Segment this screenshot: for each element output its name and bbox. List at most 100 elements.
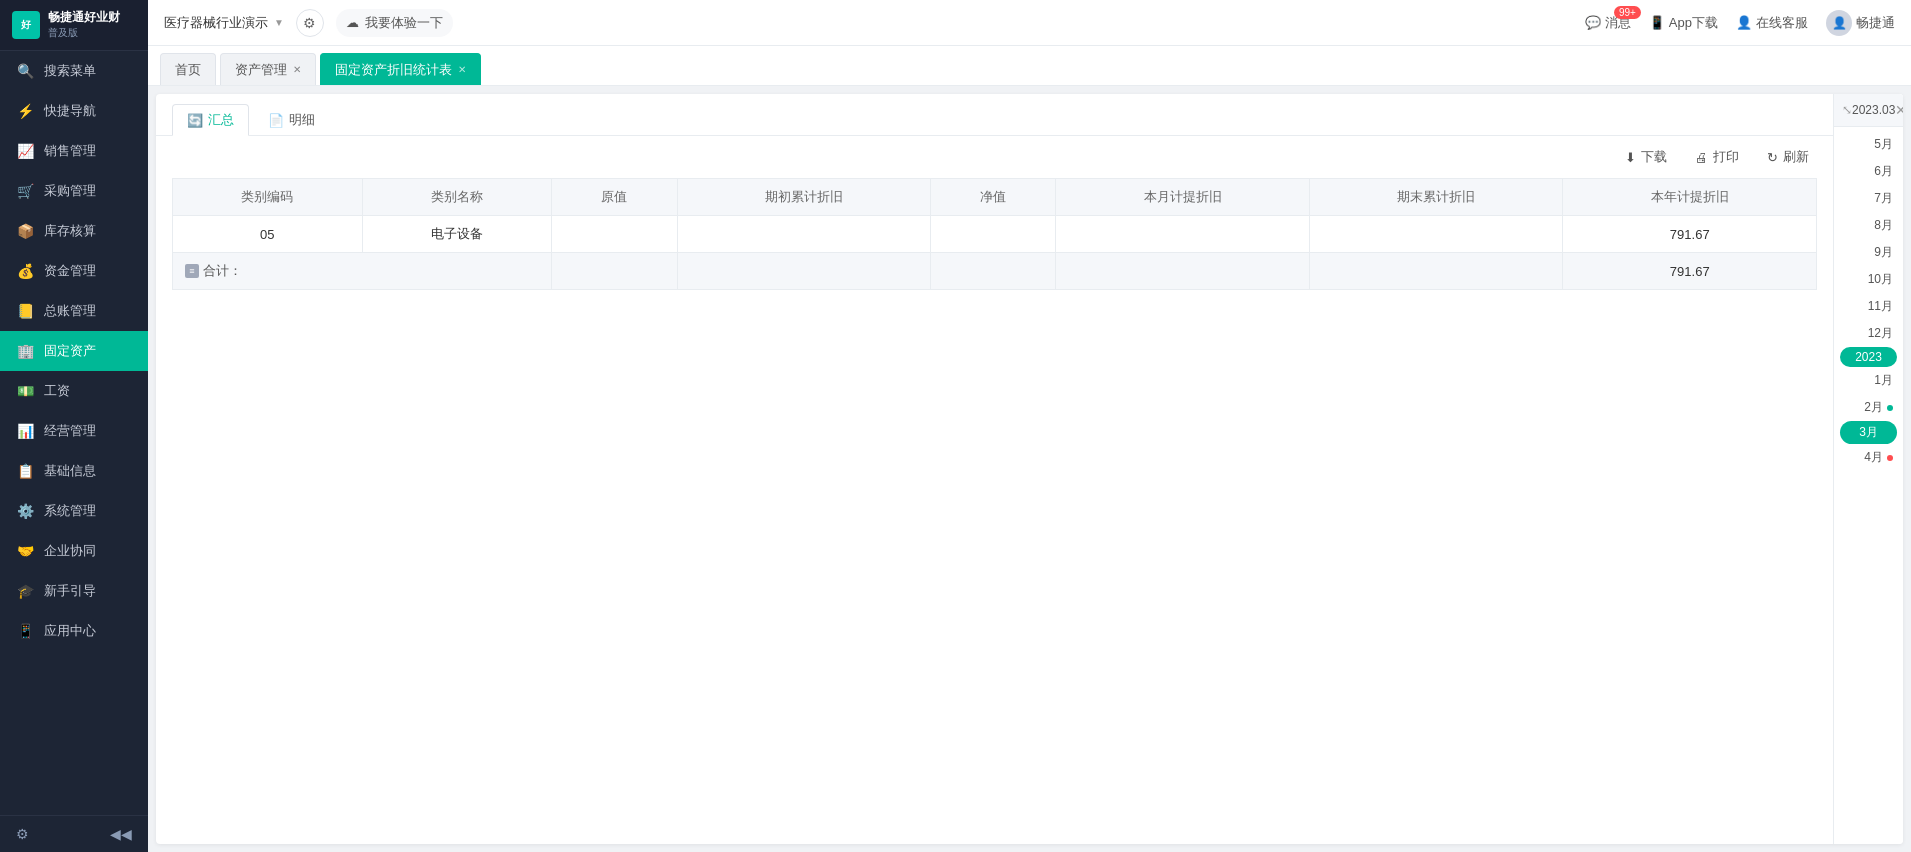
sidebar-item-guide[interactable]: 🎓 新手引导 [0, 571, 148, 611]
tab-depreciation-close[interactable]: ✕ [458, 64, 466, 75]
refresh-label: 刷新 [1783, 148, 1809, 166]
search-icon: 🔍 [16, 62, 34, 80]
sidebar-item-basic-info[interactable]: 📋 基础信息 [0, 451, 148, 491]
sidebar-item-label-ledger: 总账管理 [44, 302, 96, 320]
total-label: ≡ 合计： [185, 262, 539, 280]
total-period-end-accum [1309, 253, 1562, 290]
total-text: 合计： [203, 262, 242, 280]
date-panel-header: ⤡ 2023.03 ✕ [1834, 94, 1903, 127]
sales-icon: 📈 [16, 142, 34, 160]
sidebar-item-sales[interactable]: 📈 销售管理 [0, 131, 148, 171]
refresh-button[interactable]: ↻ 刷新 [1759, 144, 1817, 170]
sidebar-item-payroll[interactable]: 💵 工资 [0, 371, 148, 411]
guide-icon: 🎓 [16, 582, 34, 600]
date-month-item[interactable]: 11月 [1834, 293, 1903, 320]
refresh-icon: ↻ [1767, 150, 1778, 165]
sidebar-item-app-center[interactable]: 📱 应用中心 [0, 611, 148, 651]
basic-info-icon: 📋 [16, 462, 34, 480]
date-month-label: 8月 [1874, 217, 1893, 234]
sidebar-item-ledger[interactable]: 📒 总账管理 [0, 291, 148, 331]
tab-depreciation[interactable]: 固定资产折旧统计表 ✕ [320, 53, 481, 85]
sidebar-collapse-icon[interactable]: ◀◀ [110, 826, 132, 842]
download-icon: ⬇ [1625, 150, 1636, 165]
tab-asset-mgmt-close[interactable]: ✕ [293, 64, 301, 75]
date-month-item[interactable]: 9月 [1834, 239, 1903, 266]
experience-button[interactable]: ☁ 我要体验一下 [336, 9, 453, 37]
date-indicator [1887, 405, 1893, 411]
date-month-item[interactable]: 4月 [1834, 444, 1903, 471]
sub-tab-summary[interactable]: 🔄 汇总 [172, 104, 249, 136]
sidebar-item-label-operations: 经营管理 [44, 422, 96, 440]
app-download-button[interactable]: 📱 App下载 [1649, 14, 1718, 32]
print-label: 打印 [1713, 148, 1739, 166]
sidebar-item-label-sales: 销售管理 [44, 142, 96, 160]
sidebar-item-label-search: 搜索菜单 [44, 62, 96, 80]
date-month-item[interactable]: 8月 [1834, 212, 1903, 239]
sidebar-item-finance[interactable]: 💰 资金管理 [0, 251, 148, 291]
date-month-item[interactable]: 12月 [1834, 320, 1903, 347]
company-selector[interactable]: 医疗器械行业演示 ▼ [164, 14, 284, 32]
notifications-button[interactable]: 💬 消息 99+ [1585, 14, 1631, 32]
sidebar-item-operations[interactable]: 📊 经营管理 [0, 411, 148, 451]
cell-original [552, 216, 678, 253]
brand-name: 畅捷通好业财 [48, 10, 120, 26]
date-month-item[interactable]: 10月 [1834, 266, 1903, 293]
topbar-settings-button[interactable]: ⚙ [296, 9, 324, 37]
sidebar-item-enterprise[interactable]: 🤝 企业协同 [0, 531, 148, 571]
depreciation-table: 类别编码 类别名称 原值 期初累计折旧 净值 本月计提折旧 期末累计折旧 本年计… [172, 178, 1817, 290]
total-icon: ≡ [185, 264, 199, 278]
sub-tab-detail[interactable]: 📄 明细 [253, 104, 330, 135]
sidebar-item-purchase[interactable]: 🛒 采购管理 [0, 171, 148, 211]
app-download-label: App下载 [1669, 14, 1718, 32]
sidebar-item-quick-nav[interactable]: ⚡ 快捷导航 [0, 91, 148, 131]
date-month-item[interactable]: 1月 [1834, 367, 1903, 394]
company-name: 医疗器械行业演示 [164, 14, 268, 32]
date-year-label-2023[interactable]: 2023 [1840, 347, 1897, 367]
date-month-label: 10月 [1868, 271, 1893, 288]
sub-tab-detail-label: 明细 [289, 111, 315, 129]
tabs-bar: 首页 资产管理 ✕ 固定资产折旧统计表 ✕ [148, 46, 1911, 86]
sidebar-item-system[interactable]: ⚙️ 系统管理 [0, 491, 148, 531]
total-net [930, 253, 1056, 290]
sidebar-settings-icon[interactable]: ⚙ [16, 826, 29, 842]
tab-home[interactable]: 首页 [160, 53, 216, 85]
download-button[interactable]: ⬇ 下载 [1617, 144, 1675, 170]
payroll-icon: 💵 [16, 382, 34, 400]
date-month-item[interactable]: 7月 [1834, 185, 1903, 212]
date-panel-close-icon[interactable]: ✕ [1895, 102, 1903, 118]
sidebar-item-inventory[interactable]: 📦 库存核算 [0, 211, 148, 251]
date-month-item[interactable]: 5月 [1834, 131, 1903, 158]
cell-annual: 791.67 [1563, 216, 1817, 253]
experience-label: 我要体验一下 [365, 14, 443, 32]
print-button[interactable]: 🖨 打印 [1687, 144, 1747, 170]
enterprise-icon: 🤝 [16, 542, 34, 560]
app-download-icon: 📱 [1649, 15, 1665, 30]
operations-icon: 📊 [16, 422, 34, 440]
sidebar-item-fixed-assets[interactable]: 🏢 固定资产 [0, 331, 148, 371]
date-month-item-active[interactable]: 3月 [1840, 421, 1897, 444]
tab-asset-mgmt[interactable]: 资产管理 ✕ [220, 53, 316, 85]
quick-nav-icon: ⚡ [16, 102, 34, 120]
notifications-icon: 💬 [1585, 15, 1601, 30]
system-icon: ⚙️ [16, 502, 34, 520]
date-month-item[interactable]: 2月 [1834, 394, 1903, 421]
sidebar-item-search[interactable]: 🔍 搜索菜单 [0, 51, 148, 91]
company-dropdown-icon: ▼ [274, 17, 284, 28]
fixed-assets-icon: 🏢 [16, 342, 34, 360]
date-month-label: 4月 [1864, 449, 1883, 466]
topbar-right-actions: 💬 消息 99+ 📱 App下载 👤 在线客服 👤 畅捷通 [1585, 10, 1895, 36]
cell-name: 电子设备 [362, 216, 552, 253]
user-avatar: 👤 [1826, 10, 1852, 36]
detail-icon: 📄 [268, 113, 284, 128]
app-logo-icon: 好 [12, 11, 40, 39]
date-panel: ⤡ 2023.03 ✕ 5月 6月 7月 8月 9月 [1833, 94, 1903, 844]
date-month-label: 11月 [1868, 298, 1893, 315]
app-center-icon: 📱 [16, 622, 34, 640]
user-menu[interactable]: 👤 畅捷通 [1826, 10, 1895, 36]
date-month-item[interactable]: 6月 [1834, 158, 1903, 185]
online-service-button[interactable]: 👤 在线客服 [1736, 14, 1808, 32]
date-panel-expand-icon[interactable]: ⤡ [1842, 103, 1852, 117]
date-year-text: 2023 [1855, 350, 1882, 364]
date-month-label: 6月 [1874, 163, 1893, 180]
total-annual: 791.67 [1563, 253, 1817, 290]
